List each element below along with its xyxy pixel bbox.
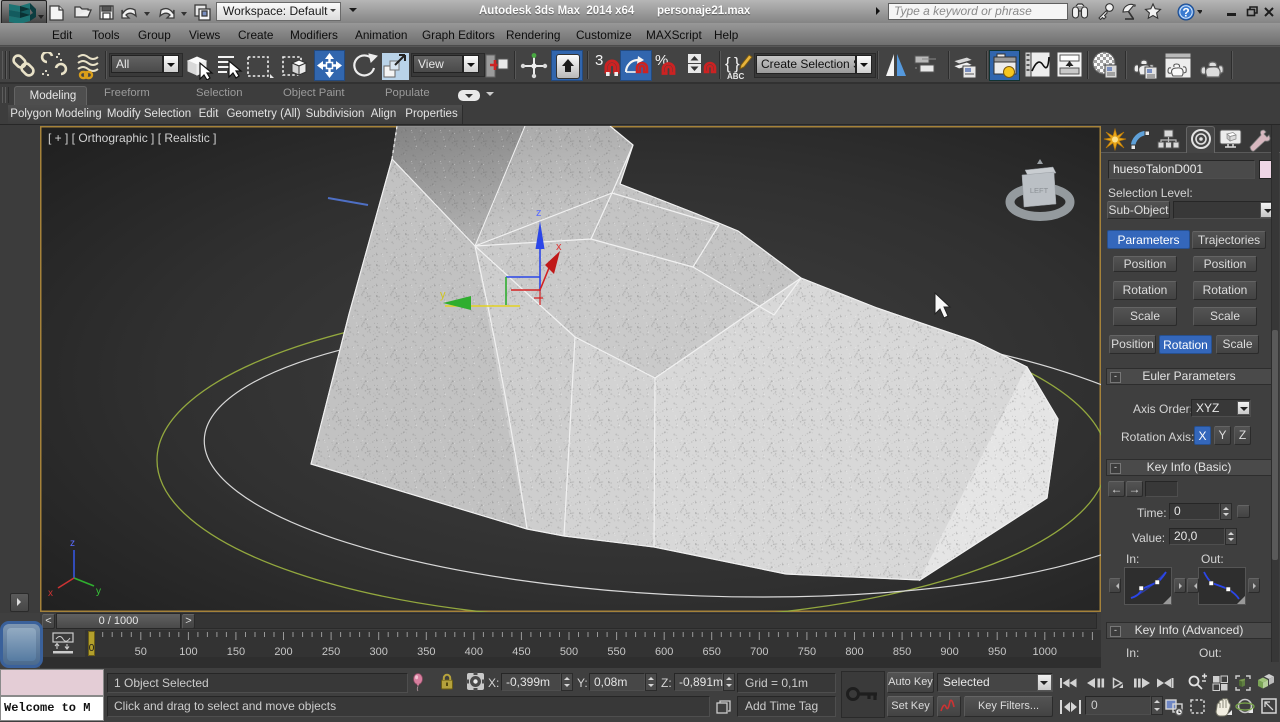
svg-text:650: 650 bbox=[703, 646, 721, 657]
svg-text:700: 700 bbox=[750, 646, 768, 657]
svg-text:800: 800 bbox=[845, 646, 863, 657]
svg-text:850: 850 bbox=[893, 646, 911, 657]
svg-text:300: 300 bbox=[370, 646, 388, 657]
svg-text:{: { bbox=[725, 54, 731, 73]
svg-text:250: 250 bbox=[322, 646, 340, 657]
svg-text:950: 950 bbox=[988, 646, 1006, 657]
svg-text:3: 3 bbox=[595, 52, 603, 69]
svg-text:150: 150 bbox=[227, 646, 245, 657]
svg-text:900: 900 bbox=[940, 646, 958, 657]
svg-text:350: 350 bbox=[417, 646, 435, 657]
svg-text:1000: 1000 bbox=[1033, 646, 1057, 657]
svg-text:550: 550 bbox=[607, 646, 625, 657]
svg-text:600: 600 bbox=[655, 646, 673, 657]
svg-text:y: y bbox=[96, 586, 101, 597]
svg-text:500: 500 bbox=[560, 646, 578, 657]
svg-text:LEFT: LEFT bbox=[1030, 186, 1049, 195]
svg-text:ABC: ABC bbox=[727, 72, 745, 81]
svg-text:z: z bbox=[70, 538, 75, 549]
svg-text:[ + ] [ Orthographic ] [ Reali: [ + ] [ Orthographic ] [ Realistic ] bbox=[48, 131, 216, 145]
svg-text:100: 100 bbox=[179, 646, 197, 657]
svg-text:y: y bbox=[440, 289, 446, 301]
svg-text:50: 50 bbox=[135, 646, 147, 657]
svg-text:}: } bbox=[734, 54, 740, 73]
svg-text:x: x bbox=[48, 588, 53, 599]
svg-text:x: x bbox=[556, 241, 562, 253]
svg-text:450: 450 bbox=[512, 646, 530, 657]
svg-text:?: ? bbox=[1182, 6, 1189, 20]
svg-text:400: 400 bbox=[465, 646, 483, 657]
svg-text:750: 750 bbox=[798, 646, 816, 657]
svg-text:200: 200 bbox=[274, 646, 292, 657]
svg-text:z: z bbox=[536, 207, 542, 219]
